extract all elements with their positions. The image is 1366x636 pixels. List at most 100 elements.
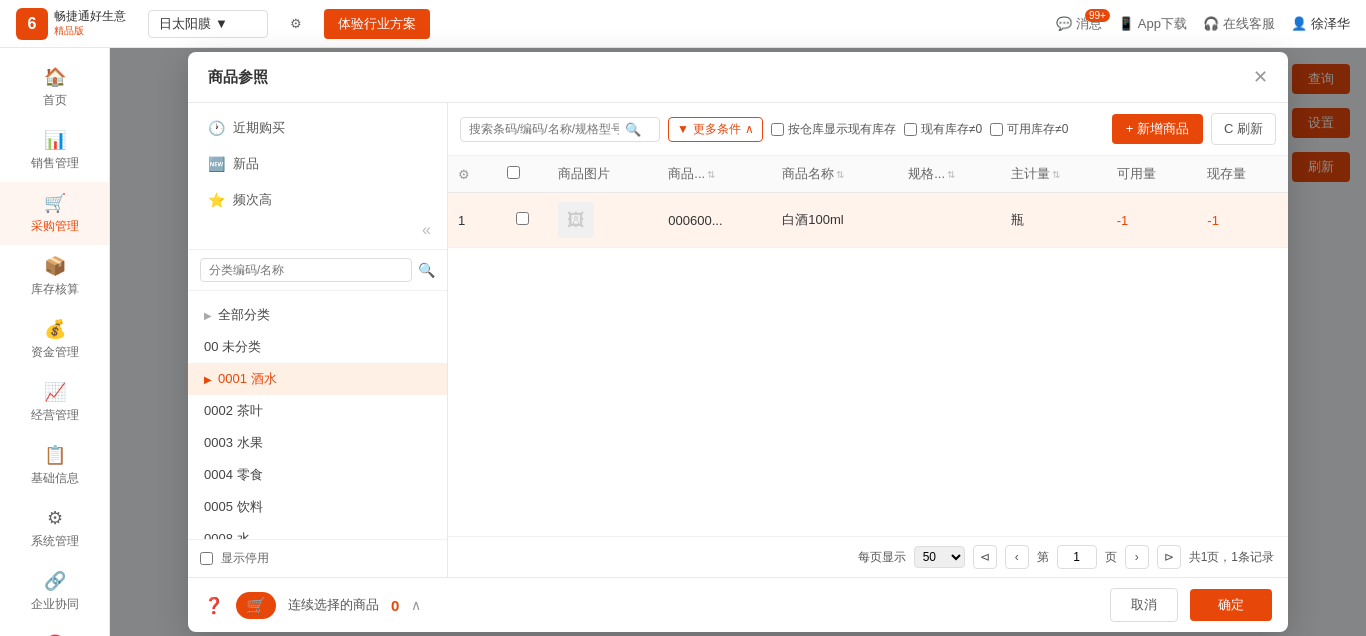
more-filters-button[interactable]: ▼ 更多条件 ∧ [668, 117, 763, 142]
row-checkbox[interactable] [497, 193, 548, 248]
modal-title: 商品参照 [208, 68, 268, 87]
category-drink[interactable]: 0005 饮料 [188, 491, 447, 523]
table-row[interactable]: 1 🖼 000600... 白酒100ml 瓶 [448, 193, 1288, 248]
row-image: 🖼 [548, 193, 659, 248]
store-name: 日太阳膜 [159, 15, 211, 33]
category-drink-label: 0005 饮料 [204, 498, 263, 516]
category-all-label: 全部分类 [218, 306, 270, 324]
category-snack[interactable]: 0004 零食 [188, 459, 447, 491]
message-icon: 💬 [1056, 16, 1072, 31]
stock-nonzero-label: 现有库存≠0 [921, 121, 982, 138]
cart-count: 0 [391, 597, 399, 614]
page-total-text: 共1页，1条记录 [1189, 549, 1274, 566]
sidebar-item-guide[interactable]: 🎯 新手引导 [0, 623, 109, 636]
basic-icon: 📋 [44, 444, 66, 466]
page-next-btn[interactable]: › [1125, 545, 1149, 569]
category-wine[interactable]: ▶ 0001 酒水 [188, 363, 447, 395]
sidebar-item-purchase[interactable]: 🛒 采购管理 [0, 182, 109, 245]
show-disabled-checkbox[interactable] [200, 552, 213, 565]
category-fruit[interactable]: 0003 水果 [188, 427, 447, 459]
category-unclassified[interactable]: 00 未分类 [188, 331, 447, 363]
check-stock-nonzero[interactable]: 现有库存≠0 [904, 121, 982, 138]
row-stock: -1 [1197, 193, 1288, 248]
cart-select-area[interactable]: 🛒 [236, 592, 276, 619]
th-unit[interactable]: 主计量⇅ [1001, 156, 1107, 193]
select-all-checkbox[interactable] [507, 166, 520, 179]
username-label: 徐泽华 [1311, 15, 1350, 33]
page-last-btn[interactable]: ⊳ [1157, 545, 1181, 569]
avatar-icon: 👤 [1291, 16, 1307, 31]
sidebar-item-inventory[interactable]: 📦 库存核算 [0, 245, 109, 308]
warehouse-checkbox[interactable] [771, 123, 784, 136]
sidebar-item-collab[interactable]: 🔗 企业协同 [0, 560, 109, 623]
service-nav[interactable]: 🎧 在线客服 [1203, 15, 1275, 33]
collapse-panel-icon[interactable]: « [422, 221, 431, 238]
sidebar-item-basic[interactable]: 📋 基础信息 [0, 434, 109, 497]
per-page-select[interactable]: 50 10 20 100 [914, 546, 965, 568]
modal-header: 商品参照 ✕ [188, 52, 1288, 103]
finance-icon: 💰 [44, 318, 66, 340]
logo-area: 6 畅捷通好生意 精品版 [16, 8, 136, 40]
category-tea[interactable]: 0002 茶叶 [188, 395, 447, 427]
quick-frequent[interactable]: ⭐ 频次高 [200, 185, 435, 215]
confirm-button[interactable]: 确定 [1190, 589, 1272, 621]
quick-new[interactable]: 🆕 新品 [200, 149, 435, 179]
help-icon[interactable]: ❓ [204, 596, 224, 615]
cart-icon: 🛒 [246, 596, 266, 615]
th-avail[interactable]: 可用量 [1107, 156, 1198, 193]
product-search-icon[interactable]: 🔍 [625, 122, 641, 137]
cancel-button[interactable]: 取消 [1110, 588, 1178, 622]
filter-chevron-icon: ∧ [745, 122, 754, 136]
th-spec[interactable]: 规格...⇅ [898, 156, 1001, 193]
modal-footer: ❓ 🛒 连续选择的商品 0 ∧ 取消 确定 [188, 577, 1288, 632]
th-name[interactable]: 商品名称⇅ [772, 156, 898, 193]
product-search-input[interactable] [469, 122, 619, 136]
page-unit: 页 [1105, 549, 1117, 566]
sidebar-item-system[interactable]: ⚙ 系统管理 [0, 497, 109, 560]
headset-icon: 🎧 [1203, 16, 1219, 31]
th-checkbox[interactable] [497, 156, 548, 193]
quick-recent[interactable]: 🕐 近期购买 [200, 113, 435, 143]
settings-icon[interactable]: ⚙ [280, 8, 312, 40]
content-area: 查询 设置 刷新 商品参照 ✕ 🕐 [110, 48, 1366, 636]
expand-all-icon: ▶ [204, 310, 212, 321]
category-search-input[interactable] [200, 258, 412, 282]
show-disabled-label[interactable]: 显示停用 [221, 550, 269, 567]
clock-icon: 🕐 [208, 120, 225, 136]
page-prev-btn[interactable]: ‹ [1005, 545, 1029, 569]
refresh-button[interactable]: C 刷新 [1211, 113, 1276, 145]
sidebar-item-finance[interactable]: 💰 资金管理 [0, 308, 109, 371]
left-panel: 🕐 近期购买 🆕 新品 ⭐ 频次高 [188, 103, 448, 577]
home-icon: 🏠 [44, 66, 66, 88]
modal-close-button[interactable]: ✕ [1253, 66, 1268, 88]
category-water[interactable]: 0008 水 [188, 523, 447, 539]
check-avail-nonzero[interactable]: 可用库存≠0 [990, 121, 1068, 138]
avail-nonzero-label: 可用库存≠0 [1007, 121, 1068, 138]
category-search-icon[interactable]: 🔍 [418, 262, 435, 278]
new-product-button[interactable]: + 新增商品 [1112, 114, 1203, 144]
expand-wine-icon: ▶ [204, 374, 212, 385]
avail-nonzero-checkbox[interactable] [990, 123, 1003, 136]
trial-button[interactable]: 体验行业方案 [324, 9, 430, 39]
new-icon: 🆕 [208, 156, 225, 172]
product-table: ⚙ 商品图片 商品...⇅ 商品名称⇅ 规格...⇅ 主计量⇅ 可用量 现存量 [448, 156, 1288, 248]
footer-collapse-icon[interactable]: ∧ [411, 597, 421, 613]
category-all[interactable]: ▶ 全部分类 [188, 299, 447, 331]
user-nav[interactable]: 👤 徐泽华 [1291, 15, 1350, 33]
message-nav[interactable]: 💬 消息 99+ [1056, 15, 1102, 33]
mobile-icon: 📱 [1118, 16, 1134, 31]
sidebar-item-sales[interactable]: 📊 销售管理 [0, 119, 109, 182]
page-first-btn[interactable]: ⊲ [973, 545, 997, 569]
table-settings-icon[interactable]: ⚙ [448, 156, 497, 193]
stock-nonzero-checkbox[interactable] [904, 123, 917, 136]
check-by-warehouse[interactable]: 按仓库显示现有库存 [771, 121, 896, 138]
th-code[interactable]: 商品...⇅ [658, 156, 772, 193]
sidebar-item-operation[interactable]: 📈 经营管理 [0, 371, 109, 434]
right-panel: 🔍 ▼ 更多条件 ∧ 按仓库显示现有库存 [448, 103, 1288, 577]
app-download-nav[interactable]: 📱 App下载 [1118, 15, 1187, 33]
store-select[interactable]: 日太阳膜 ▼ [148, 10, 268, 38]
page-number-input[interactable] [1057, 545, 1097, 569]
sidebar-item-home[interactable]: 🏠 首页 [0, 56, 109, 119]
message-badge: 99+ [1085, 9, 1110, 22]
page-label: 第 [1037, 549, 1049, 566]
